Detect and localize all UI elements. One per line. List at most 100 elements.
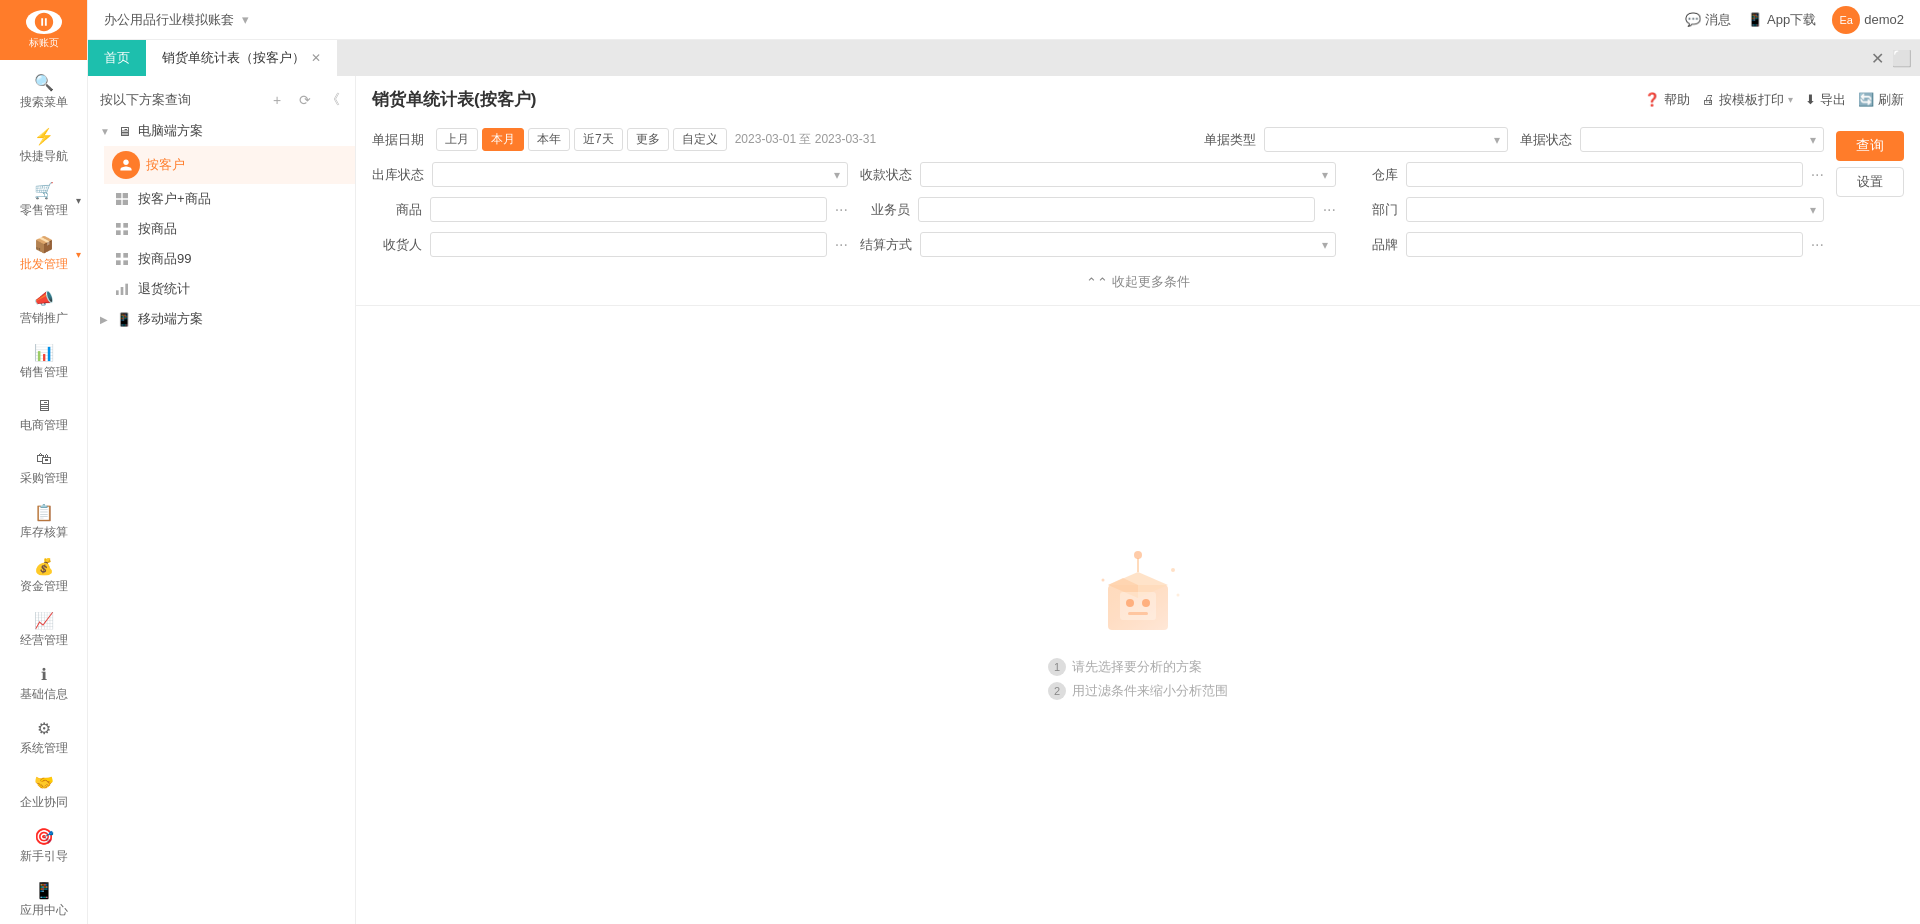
print-btn[interactable]: 🖨 按模板打印 ▾ [1702, 91, 1793, 109]
collapse-bar[interactable]: ⌃⌃ 收起更多条件 [372, 267, 1904, 297]
active-item-icon [112, 151, 140, 179]
tree-mobile-header[interactable]: ▶ 📱 移动端方案 [88, 304, 355, 334]
maximize-icon[interactable]: ⬜ [1892, 49, 1912, 68]
sidebar-item-system[interactable]: ⚙ 系统管理 [0, 711, 87, 765]
brand-more-icon[interactable]: ··· [1811, 236, 1824, 254]
warehouse-more-icon[interactable]: ··· [1811, 166, 1824, 184]
receiver-label: 收货人 [372, 236, 422, 254]
topbar: 办公用品行业模拟账套 ▾ 💬 消息 📱 App下载 Ea demo2 [88, 0, 1920, 40]
filter-row-3: 商品 ··· 业务员 ··· 部门 [372, 197, 1824, 222]
svg-rect-14 [1120, 592, 1156, 620]
sidebar-item-basic[interactable]: ℹ 基础信息 [0, 657, 87, 711]
warehouse-label: 仓库 [1348, 166, 1398, 184]
home-tab-label: 首页 [104, 49, 130, 67]
left-panel-actions: + ⟳ 《 [267, 90, 343, 110]
refresh-scheme-btn[interactable]: ⟳ [295, 90, 315, 110]
sidebar-item-inventory[interactable]: 📋 库存核算 [0, 495, 87, 549]
message-btn[interactable]: 💬 消息 [1685, 11, 1731, 29]
warehouse-input[interactable] [1406, 162, 1803, 187]
tabbar: 首页 销货单统计表（按客户） ✕ ✕ ⬜ [88, 40, 1920, 76]
department-select[interactable] [1406, 197, 1824, 222]
retail-icon: 🛒 [34, 181, 54, 200]
sidebar-item-enterprise[interactable]: 🤝 企业协同 [0, 765, 87, 819]
settlement-select[interactable] [920, 232, 1336, 257]
sidebar-item-appcenter[interactable]: 📱 应用中心 [0, 873, 87, 924]
main-area: 办公用品行业模拟账套 ▾ 💬 消息 📱 App下载 Ea demo2 首页 [88, 0, 1920, 924]
order-type-select[interactable] [1264, 127, 1508, 152]
tab-close-icon[interactable]: ✕ [311, 51, 321, 65]
tab-maximize-area: ✕ ⬜ [1871, 49, 1912, 68]
brand-input[interactable] [1406, 232, 1803, 257]
query-btn[interactable]: 查询 [1836, 131, 1904, 161]
tree-item-by-goods[interactable]: 按商品 [104, 214, 355, 244]
settings-btn[interactable]: 设置 [1836, 167, 1904, 197]
sidebar: 标账页 🔍 搜索菜单 ⚡ 快捷导航 🛒 零售管理 📦 批发管理 📣 营销推广 📊… [0, 0, 88, 924]
sidebar-item-wholesale[interactable]: 📦 批发管理 [0, 227, 87, 281]
tab-sales-stat[interactable]: 销货单统计表（按客户） ✕ [146, 40, 337, 76]
department-label: 部门 [1348, 201, 1398, 219]
goods-input[interactable] [430, 197, 827, 222]
sidebar-item-sales[interactable]: 📊 销售管理 [0, 335, 87, 389]
salesperson-input[interactable] [918, 197, 1315, 222]
collapse-up-icon: ⌃⌃ [1086, 275, 1108, 290]
inventory-icon: 📋 [34, 503, 54, 522]
header-actions: ❓ 帮助 🖨 按模板打印 ▾ ⬇ 导出 🔄 刷新 [1644, 91, 1904, 109]
sidebar-item-marketing[interactable]: 📣 营销推广 [0, 281, 87, 335]
sidebar-item-operations[interactable]: 📈 经营管理 [0, 603, 87, 657]
appcenter-icon: 📱 [34, 881, 54, 900]
sidebar-item-search[interactable]: 🔍 搜索菜单 [0, 65, 87, 119]
sales-tab-label: 销货单统计表（按客户） [162, 49, 305, 67]
collapse-panel-btn[interactable]: 《 [323, 90, 343, 110]
marketing-icon: 📣 [34, 289, 54, 308]
refresh-btn[interactable]: 🔄 刷新 [1858, 91, 1904, 109]
tree-item-by-customer[interactable]: 按客户 [104, 146, 355, 184]
date-btn-more[interactable]: 更多 [627, 128, 669, 151]
download-icon: 📱 [1747, 12, 1763, 27]
app-download-btn[interactable]: 📱 App下载 [1747, 11, 1816, 29]
svg-rect-5 [123, 253, 128, 258]
sidebar-item-purchase[interactable]: 🛍 采购管理 [0, 442, 87, 495]
sidebar-item-finance[interactable]: 💰 资金管理 [0, 549, 87, 603]
dropdown-icon[interactable]: ▾ [242, 12, 249, 27]
logo-area: 标账页 [0, 0, 87, 60]
filter-row-2: 出库状态 ▾ 收款状态 [372, 162, 1824, 187]
sidebar-item-ecommerce[interactable]: 🖥 电商管理 [0, 389, 87, 442]
sidebar-item-newuser[interactable]: 🎯 新手引导 [0, 819, 87, 873]
operations-icon: 📈 [34, 611, 54, 630]
user-profile[interactable]: Ea demo2 [1832, 6, 1904, 34]
receiver-input[interactable] [430, 232, 827, 257]
order-status-filter: 单据状态 ▾ [1520, 127, 1824, 152]
tree-item-by-customer-goods[interactable]: 按客户+商品 [104, 184, 355, 214]
receiver-more-icon[interactable]: ··· [835, 236, 848, 254]
tab-home[interactable]: 首页 [88, 40, 146, 76]
tree-expand-arrow: ▼ [100, 126, 114, 137]
add-scheme-btn[interactable]: + [267, 90, 287, 110]
receive-status-select-wrapper: ▾ [920, 162, 1336, 187]
receive-status-select[interactable] [920, 162, 1336, 187]
date-btn-last-month[interactable]: 上月 [436, 128, 478, 151]
date-btn-this-month[interactable]: 本月 [482, 128, 524, 151]
app-title: 办公用品行业模拟账套 [104, 11, 234, 29]
order-type-select-wrapper: ▾ [1264, 127, 1508, 152]
date-btn-custom[interactable]: 自定义 [673, 128, 727, 151]
sidebar-item-quicknav[interactable]: ⚡ 快捷导航 [0, 119, 87, 173]
date-btn-this-year[interactable]: 本年 [528, 128, 570, 151]
brand-filter: 品牌 ··· [1348, 232, 1824, 257]
search-icon: 🔍 [34, 73, 54, 92]
tree-item-return-stat[interactable]: 退货统计 [104, 274, 355, 304]
export-btn[interactable]: ⬇ 导出 [1805, 91, 1846, 109]
sidebar-item-retail[interactable]: 🛒 零售管理 [0, 173, 87, 227]
receive-status-label: 收款状态 [860, 166, 912, 184]
purchase-icon: 🛍 [36, 450, 52, 468]
tree-item-by-goods-99[interactable]: 按商品99 [104, 244, 355, 274]
out-status-select[interactable] [432, 162, 848, 187]
tip-num-1: 1 [1048, 658, 1066, 676]
svg-rect-17 [1128, 612, 1148, 615]
close-window-icon[interactable]: ✕ [1871, 49, 1884, 68]
goods-more-icon[interactable]: ··· [835, 201, 848, 219]
tree-desktop-header[interactable]: ▼ 🖥 电脑端方案 [88, 116, 355, 146]
help-btn[interactable]: ❓ 帮助 [1644, 91, 1690, 109]
salesperson-more-icon[interactable]: ··· [1323, 201, 1336, 219]
date-btn-last-7[interactable]: 近7天 [574, 128, 623, 151]
order-status-select[interactable] [1580, 127, 1824, 152]
